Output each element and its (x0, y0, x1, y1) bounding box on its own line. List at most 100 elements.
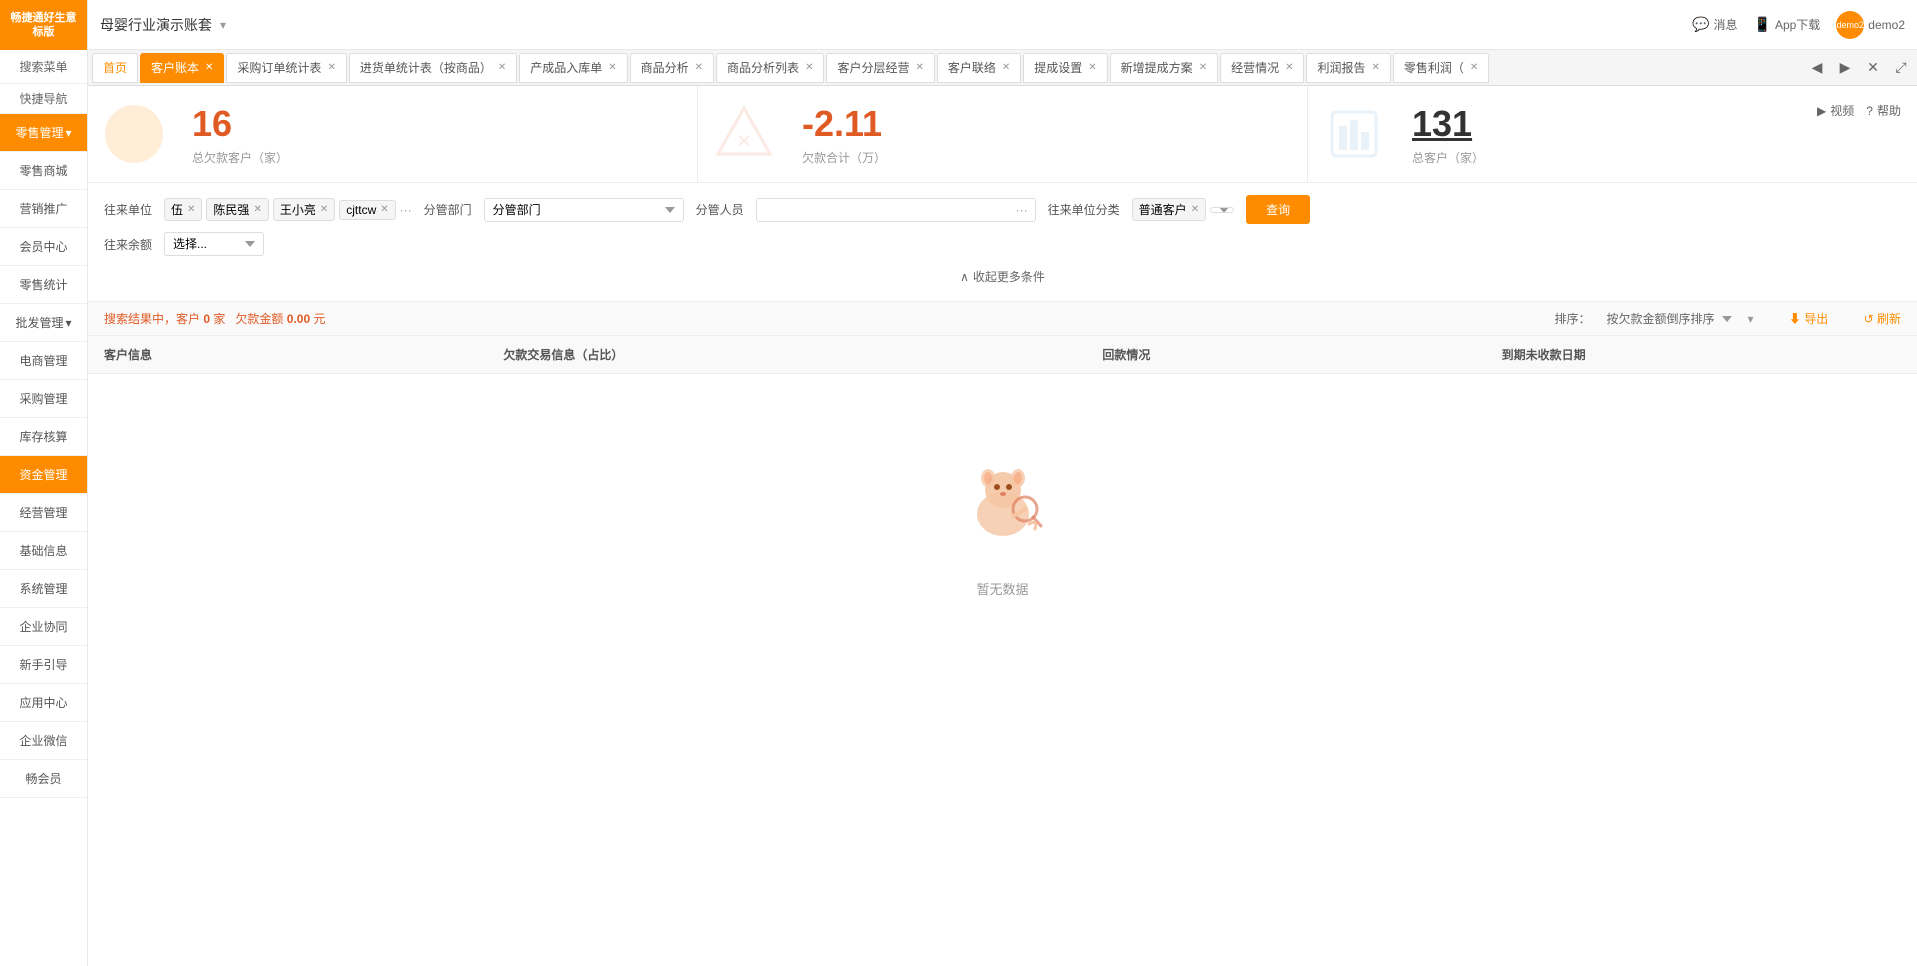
sidebar-logo-text: 畅捷通好生意 标版 (11, 11, 77, 40)
avatar: demo2 (1836, 11, 1864, 39)
tab-close-icon[interactable]: ✕ (205, 62, 213, 73)
tab-close-icon[interactable]: ✕ (327, 62, 335, 73)
sidebar-search[interactable]: 搜索菜单 (0, 50, 87, 84)
sidebar-item-business-mgmt[interactable]: 经营管理 (0, 494, 87, 532)
tab-close-icon[interactable]: ✕ (608, 62, 616, 73)
sidebar-item-enterprise-wechat[interactable]: 企业微信 (0, 722, 87, 760)
tab-close-icon[interactable]: ✕ (498, 62, 506, 73)
stat-card-total-debt: ✕ -2.11 欠款合计（万） (698, 86, 1308, 182)
filter-tag-chen: 陈民强 ✕ (206, 198, 268, 221)
tab-close-icon[interactable]: ✕ (695, 62, 703, 73)
tab-commission-settings[interactable]: 提成设置 ✕ (1023, 53, 1107, 83)
filter-more-btn[interactable]: ··· (400, 203, 412, 217)
sidebar-item-app-center[interactable]: 应用中心 (0, 684, 87, 722)
topbar-selector-label[interactable]: 母婴行业演示账套 (100, 15, 212, 35)
tab-operation-status[interactable]: 经营情况 ✕ (1220, 53, 1304, 83)
filter-tag-normal-text: 普通客户 (1139, 201, 1187, 218)
filter-row-2: 往来余额 选择... (104, 232, 1901, 256)
export-link[interactable]: ⬇ 导出 (1789, 310, 1828, 327)
tab-close-icon[interactable]: ✕ (1199, 62, 1207, 73)
download-icon: 📱 (1754, 16, 1771, 33)
sidebar-item-marketing[interactable]: 营销推广 (0, 190, 87, 228)
tab-close-icon[interactable]: ✕ (915, 62, 923, 73)
search-result-actions: 排序： 按欠款金额倒序排序 ▾ ⬇ 导出 ↺ 刷新 (1555, 310, 1901, 327)
sidebar-item-basic-info[interactable]: 基础信息 (0, 532, 87, 570)
stat-bg-icon-2: ✕ (714, 104, 774, 164)
sidebar-item-new-guide[interactable]: 新手引导 (0, 646, 87, 684)
empty-icon (953, 454, 1053, 563)
tab-close-icon[interactable]: ✕ (1285, 62, 1293, 73)
svg-text:¥: ¥ (127, 121, 141, 146)
filter-tag-normal-close[interactable]: ✕ (1191, 204, 1199, 215)
tab-label: 商品分析 (641, 59, 689, 76)
filter-tag-cjttcw-close[interactable]: ✕ (380, 204, 388, 215)
sidebar-item-retail-mall[interactable]: 零售商城 (0, 152, 87, 190)
sort-select[interactable]: 按欠款金额倒序排序 (1607, 312, 1732, 326)
tab-product-analysis[interactable]: 商品分析 ✕ (630, 53, 714, 83)
sidebar-item-member-center[interactable]: 会员中心 (0, 228, 87, 266)
filter-tag-chen-close[interactable]: ✕ (253, 204, 261, 215)
tab-customer-contact[interactable]: 客户联络 ✕ (937, 53, 1021, 83)
unit-type-label: 往来单位分类 (1048, 201, 1120, 218)
collapse-btn[interactable]: ∧ 收起更多条件 (104, 264, 1901, 289)
tab-profit-report[interactable]: 利润报告 ✕ (1306, 53, 1390, 83)
page-content: ¥ 16 总欠款客户（家） ✕ -2.11 欠款合计（万） (88, 86, 1917, 966)
sidebar-item-retail-mgmt[interactable]: 零售管理 ▾ (0, 114, 87, 152)
result-amount: 0.00 (287, 312, 310, 326)
tab-add-commission[interactable]: 新增提成方案 ✕ (1110, 53, 1218, 83)
tab-home[interactable]: 首页 (92, 53, 138, 83)
sidebar-item-retail-stats[interactable]: 零售统计 (0, 266, 87, 304)
user-avatar-btn[interactable]: demo2 demo2 (1836, 11, 1905, 39)
result-amount-prefix: 欠款金额 (235, 312, 283, 326)
help-link[interactable]: ? 帮助 (1866, 102, 1901, 119)
sidebar-item-system-mgmt[interactable]: 系统管理 (0, 570, 87, 608)
filter-tag-wang-close[interactable]: ✕ (320, 204, 328, 215)
stat-label-debt: 欠款合计（万） (802, 149, 886, 166)
person-input[interactable] (756, 198, 1036, 222)
video-link[interactable]: ▶ 视频 (1817, 102, 1854, 119)
tab-customer-ledger[interactable]: 客户账本 ✕ (140, 53, 224, 83)
balance-label: 往来余额 (104, 236, 152, 253)
filter-tag-cjttcw-text: cjttcw (346, 203, 376, 217)
tab-close-icon[interactable]: ✕ (1470, 62, 1478, 73)
filter-area: 往来单位 伍 ✕ 陈民强 ✕ 王小亮 ✕ cjttcw (88, 183, 1917, 302)
dept-select[interactable]: 分管部门 (484, 198, 684, 222)
filter-tag-chen-text: 陈民强 (213, 201, 249, 218)
tab-customer-tier[interactable]: 客户分层经营 ✕ (826, 53, 934, 83)
tab-purchase-order-stats[interactable]: 采购订单统计表 ✕ (226, 53, 346, 83)
messages-btn[interactable]: 💬 消息 (1692, 16, 1737, 33)
unit-type-select-arrow[interactable] (1210, 207, 1234, 213)
tab-close-all-btn[interactable]: ✕ (1861, 56, 1885, 80)
app-download-btn[interactable]: 📱 App下载 (1754, 16, 1821, 33)
topbar-selector-arrow[interactable]: ▾ (220, 18, 226, 32)
stat-actions: ▶ 视频 ? 帮助 (1817, 102, 1901, 119)
tab-purchase-stats-by-product[interactable]: 进货单统计表（按商品） ✕ (349, 53, 517, 83)
sidebar-item-ecommerce-mgmt[interactable]: 电商管理 (0, 342, 87, 380)
chevron-sort-icon: ▾ (1748, 312, 1754, 326)
query-button[interactable]: 查询 (1246, 195, 1310, 224)
sidebar-item-enterprise-collab[interactable]: 企业协同 (0, 608, 87, 646)
tab-next-btn[interactable]: ▶ (1833, 56, 1857, 80)
filter-tag-wu-close[interactable]: ✕ (187, 204, 195, 215)
sidebar-item-member-vip[interactable]: 畅会员 (0, 760, 87, 798)
tab-close-icon[interactable]: ✕ (805, 62, 813, 73)
tab-prev-btn[interactable]: ◀ (1805, 56, 1829, 80)
play-icon: ▶ (1817, 104, 1826, 118)
tab-product-analysis-list[interactable]: 商品分析列表 ✕ (716, 53, 824, 83)
col-header-customer-info: 客户信息 (104, 346, 503, 363)
tab-product-stock-order[interactable]: 产成品入库单 ✕ (519, 53, 627, 83)
sidebar-item-inventory-check[interactable]: 库存核算 (0, 418, 87, 456)
tab-maximize-btn[interactable]: ⤢ (1889, 56, 1913, 80)
refresh-link[interactable]: ↺ 刷新 (1864, 310, 1901, 327)
stat-number-total-customers: 131 (1412, 102, 1484, 145)
tab-close-icon[interactable]: ✕ (1372, 62, 1380, 73)
sidebar-item-capital-mgmt[interactable]: 资金管理 (0, 456, 87, 494)
sidebar-item-wholesale-mgmt[interactable]: 批发管理 ▾ (0, 304, 87, 342)
sidebar-quick-nav[interactable]: 快捷导航 (0, 84, 87, 114)
balance-select[interactable]: 选择... (164, 232, 264, 256)
filter-tag-wu-text: 伍 (171, 201, 183, 218)
tab-close-icon[interactable]: ✕ (1002, 62, 1010, 73)
tab-retail-profit[interactable]: 零售利润（ ✕ (1393, 53, 1489, 83)
tab-close-icon[interactable]: ✕ (1088, 62, 1096, 73)
sidebar-item-purchase-mgmt[interactable]: 采购管理 (0, 380, 87, 418)
